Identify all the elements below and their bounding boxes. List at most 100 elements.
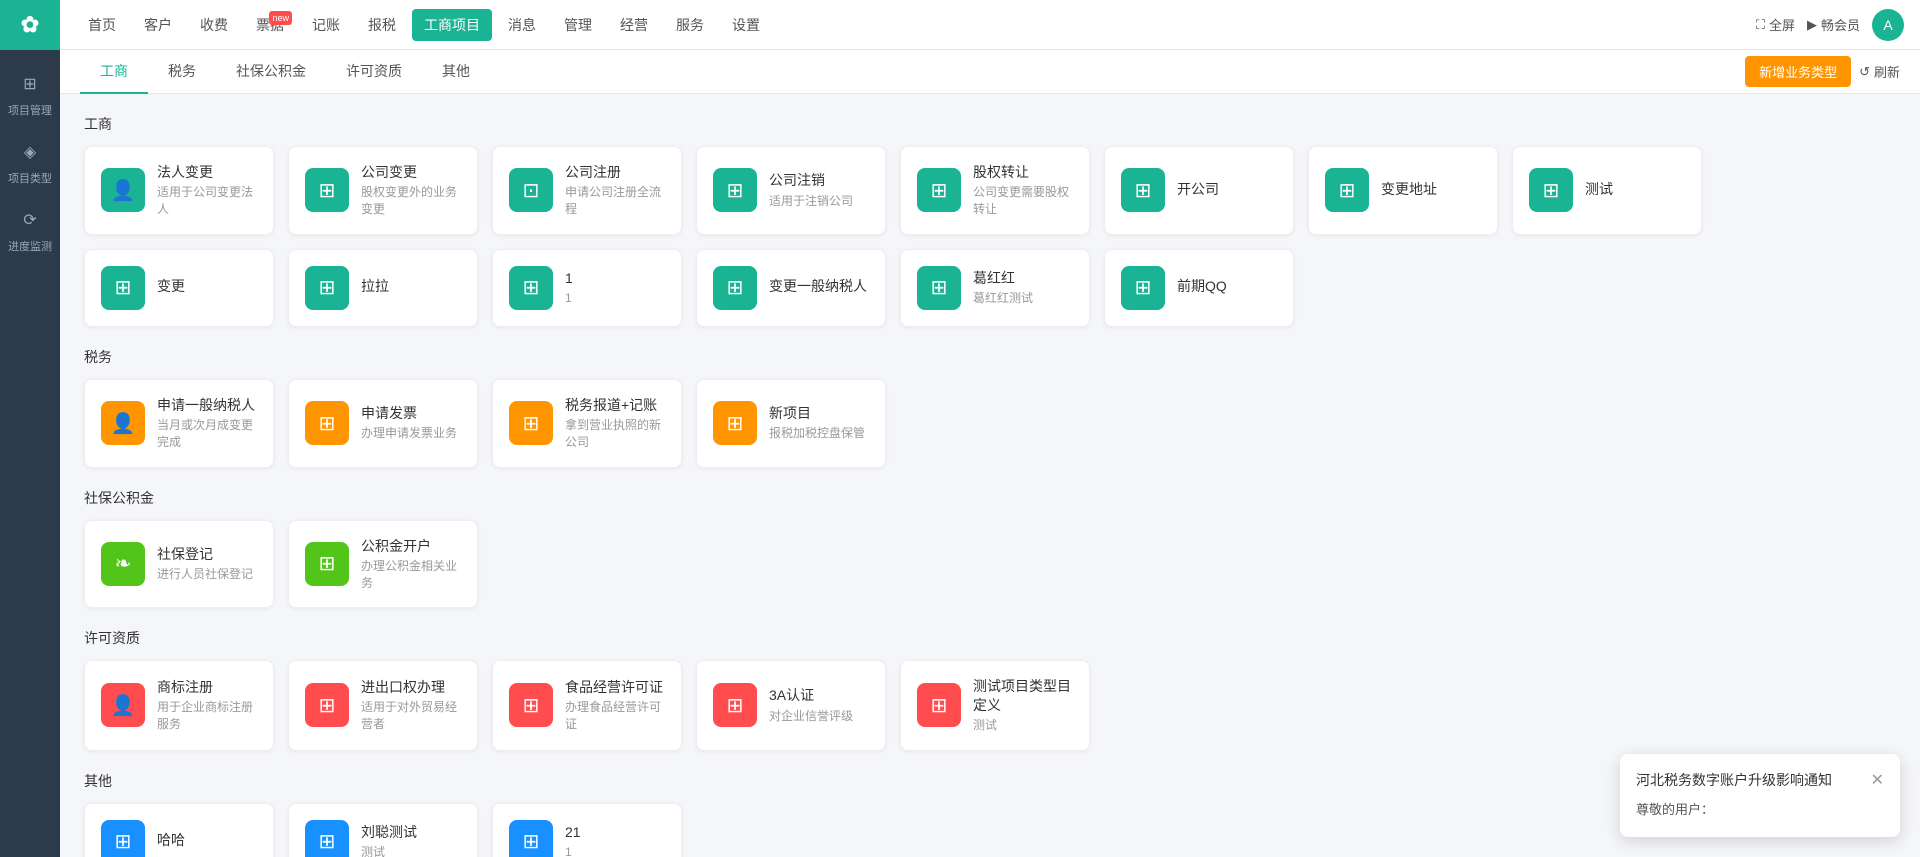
- card-icon-company-change: ⊞: [305, 168, 349, 212]
- nav-bookkeeping[interactable]: 记账: [300, 9, 352, 41]
- app-logo[interactable]: ✿: [0, 0, 60, 50]
- card-company-register[interactable]: ⊡ 公司注册 申请公司注册全流程: [492, 146, 682, 235]
- card-desc: 1: [565, 844, 665, 857]
- card-icon-testtype: ⊞: [917, 683, 961, 727]
- card-test[interactable]: ⊞ 测试: [1512, 146, 1702, 235]
- card-icon-haha: ⊞: [101, 820, 145, 857]
- card-open-company[interactable]: ⊞ 开公司: [1104, 146, 1294, 235]
- tab-shuiwu[interactable]: 税务: [148, 50, 216, 94]
- main-area: 首页 客户 收费 票据 new 记账 报税 工商项目 消息 管理 经营 服务 设…: [60, 0, 1920, 857]
- card-food-license[interactable]: ⊞ 食品经营许可证 办理食品经营许可证: [492, 660, 682, 750]
- card-icon-food: ⊞: [509, 683, 553, 727]
- section-title-shebao: 社保公积金: [84, 488, 1896, 508]
- shuiwu-cards: 👤 申请一般纳税人 当月或次月成变更完成 ⊞ 申请发票 办理申请发票业务: [84, 379, 1896, 468]
- tabs-actions: 新增业务类型 ↺ 刷新: [1745, 56, 1900, 87]
- app-sidebar: ✿ ⊞ 项目管理 ◈ 项目类型 ⟳ 进度监测: [0, 0, 60, 857]
- card-haha[interactable]: ⊞ 哈哈: [84, 803, 274, 857]
- card-icon-gjj: ⊞: [305, 542, 349, 586]
- card-import-export[interactable]: ⊞ 进出口权办理 适用于对外贸易经营者: [288, 660, 478, 750]
- card-desc: 适用于注销公司: [769, 193, 869, 210]
- card-desc: 办理食品经营许可证: [565, 699, 665, 733]
- nav-home[interactable]: 首页: [76, 9, 128, 41]
- nav-industrial[interactable]: 工商项目: [412, 9, 492, 41]
- card-gehonghong[interactable]: ⊞ 葛红红 葛红红测试: [900, 249, 1090, 327]
- card-title: 公司变更: [361, 163, 461, 181]
- sidebar-item-progress[interactable]: ⟳ 进度监测: [0, 196, 60, 264]
- card-company-cancel[interactable]: ⊞ 公司注销 适用于注销公司: [696, 146, 886, 235]
- vip-btn[interactable]: ▶ 畅会员: [1807, 15, 1860, 34]
- card-liucong-test[interactable]: ⊞ 刘聪测试 测试: [288, 803, 478, 857]
- card-change-address[interactable]: ⊞ 变更地址: [1308, 146, 1498, 235]
- sidebar-item-project-manage[interactable]: ⊞ 项目管理: [0, 60, 60, 128]
- card-legal-change[interactable]: 👤 法人变更 适用于公司变更法人: [84, 146, 274, 235]
- card-icon-taxpayer: ⊞: [713, 266, 757, 310]
- fullscreen-icon: ⛶: [1756, 17, 1765, 33]
- tab-qita[interactable]: 其他: [422, 50, 490, 94]
- card-apply-taxpayer[interactable]: 👤 申请一般纳税人 当月或次月成变更完成: [84, 379, 274, 468]
- card-tax-report[interactable]: ⊞ 税务报道+记账 拿到营业执照的新公司: [492, 379, 682, 468]
- card-desc: 测试: [973, 717, 1073, 734]
- card-desc: 用于企业商标注册服务: [157, 699, 257, 733]
- user-avatar[interactable]: A: [1872, 9, 1904, 41]
- sidebar-item-project-type[interactable]: ◈ 项目类型: [0, 128, 60, 196]
- card-title: 公司注销: [769, 171, 869, 189]
- card-shebao-register[interactable]: ❧ 社保登记 进行人员社保登记: [84, 520, 274, 609]
- card-one[interactable]: ⊞ 1 1: [492, 249, 682, 327]
- progress-icon: ⟳: [16, 206, 44, 234]
- card-icon-equity: ⊞: [917, 168, 961, 212]
- card-21[interactable]: ⊞ 21 1: [492, 803, 682, 857]
- card-title: 公司注册: [565, 163, 665, 181]
- nav-tax[interactable]: 报税: [356, 9, 408, 41]
- card-icon-importexport: ⊞: [305, 683, 349, 727]
- nav-manage[interactable]: 管理: [552, 9, 604, 41]
- card-3a-cert[interactable]: ⊞ 3A认证 对企业信誉评级: [696, 660, 886, 750]
- card-gjj-open[interactable]: ⊞ 公积金开户 办理公积金相关业务: [288, 520, 478, 609]
- card-title: 哈哈: [157, 831, 257, 849]
- card-title: 变更地址: [1381, 180, 1481, 198]
- nav-message[interactable]: 消息: [496, 9, 548, 41]
- card-lala[interactable]: ⊞ 拉拉: [288, 249, 478, 327]
- card-title: 商标注册: [157, 678, 257, 696]
- card-qianqi-qq[interactable]: ⊞ 前期QQ: [1104, 249, 1294, 327]
- card-new-project[interactable]: ⊞ 新项目 报税加税控盘保管: [696, 379, 886, 468]
- card-company-change[interactable]: ⊞ 公司变更 股权变更外的业务变更: [288, 146, 478, 235]
- shebao-cards: ❧ 社保登记 进行人员社保登记 ⊞ 公积金开户 办理公积金相关业务: [84, 520, 1896, 609]
- card-icon-trademark: 👤: [101, 683, 145, 727]
- nav-tickets[interactable]: 票据 new: [244, 9, 296, 41]
- nav-settings[interactable]: 设置: [720, 9, 772, 41]
- card-title: 21: [565, 823, 665, 841]
- nav-operation[interactable]: 经营: [608, 9, 660, 41]
- card-trademark[interactable]: 👤 商标注册 用于企业商标注册服务: [84, 660, 274, 750]
- card-icon-change: ⊞: [101, 266, 145, 310]
- card-icon-21: ⊞: [509, 820, 553, 857]
- card-apply-invoice[interactable]: ⊞ 申请发票 办理申请发票业务: [288, 379, 478, 468]
- card-test-type-def[interactable]: ⊞ 测试项目类型目定义 测试: [900, 660, 1090, 750]
- refresh-button[interactable]: ↺ 刷新: [1859, 62, 1900, 81]
- card-title: 股权转让: [973, 163, 1073, 181]
- fullscreen-btn[interactable]: ⛶ 全屏: [1756, 15, 1795, 34]
- card-change[interactable]: ⊞ 变更: [84, 249, 274, 327]
- card-change-taxpayer[interactable]: ⊞ 变更一般纳税人: [696, 249, 886, 327]
- card-title: 食品经营许可证: [565, 678, 665, 696]
- tab-xuke[interactable]: 许可资质: [326, 50, 422, 94]
- card-icon-3a: ⊞: [713, 683, 757, 727]
- top-nav-right: ⛶ 全屏 ▶ 畅会员 A: [1756, 9, 1904, 41]
- nav-customer[interactable]: 客户: [132, 9, 184, 41]
- card-title: 变更一般纳税人: [769, 277, 869, 295]
- card-desc: 股权变更外的业务变更: [361, 184, 461, 218]
- vip-icon: ▶: [1807, 17, 1817, 33]
- card-desc: 办理公积金相关业务: [361, 558, 461, 592]
- card-desc: 报税加税控盘保管: [769, 425, 869, 442]
- nav-fees[interactable]: 收费: [188, 9, 240, 41]
- notification-close-button[interactable]: ✕: [1871, 770, 1884, 790]
- tab-shebao[interactable]: 社保公积金: [216, 50, 326, 94]
- card-icon-gehonghong: ⊞: [917, 266, 961, 310]
- tab-gongshang[interactable]: 工商: [80, 50, 148, 94]
- card-title: 测试: [1585, 180, 1685, 198]
- card-title: 税务报道+记账: [565, 396, 665, 414]
- card-icon-address: ⊞: [1325, 168, 1369, 212]
- card-equity-transfer[interactable]: ⊞ 股权转让 公司变更需要股权转让: [900, 146, 1090, 235]
- section-title-gongshang: 工商: [84, 114, 1896, 134]
- nav-service[interactable]: 服务: [664, 9, 716, 41]
- new-type-button[interactable]: 新增业务类型: [1745, 56, 1851, 87]
